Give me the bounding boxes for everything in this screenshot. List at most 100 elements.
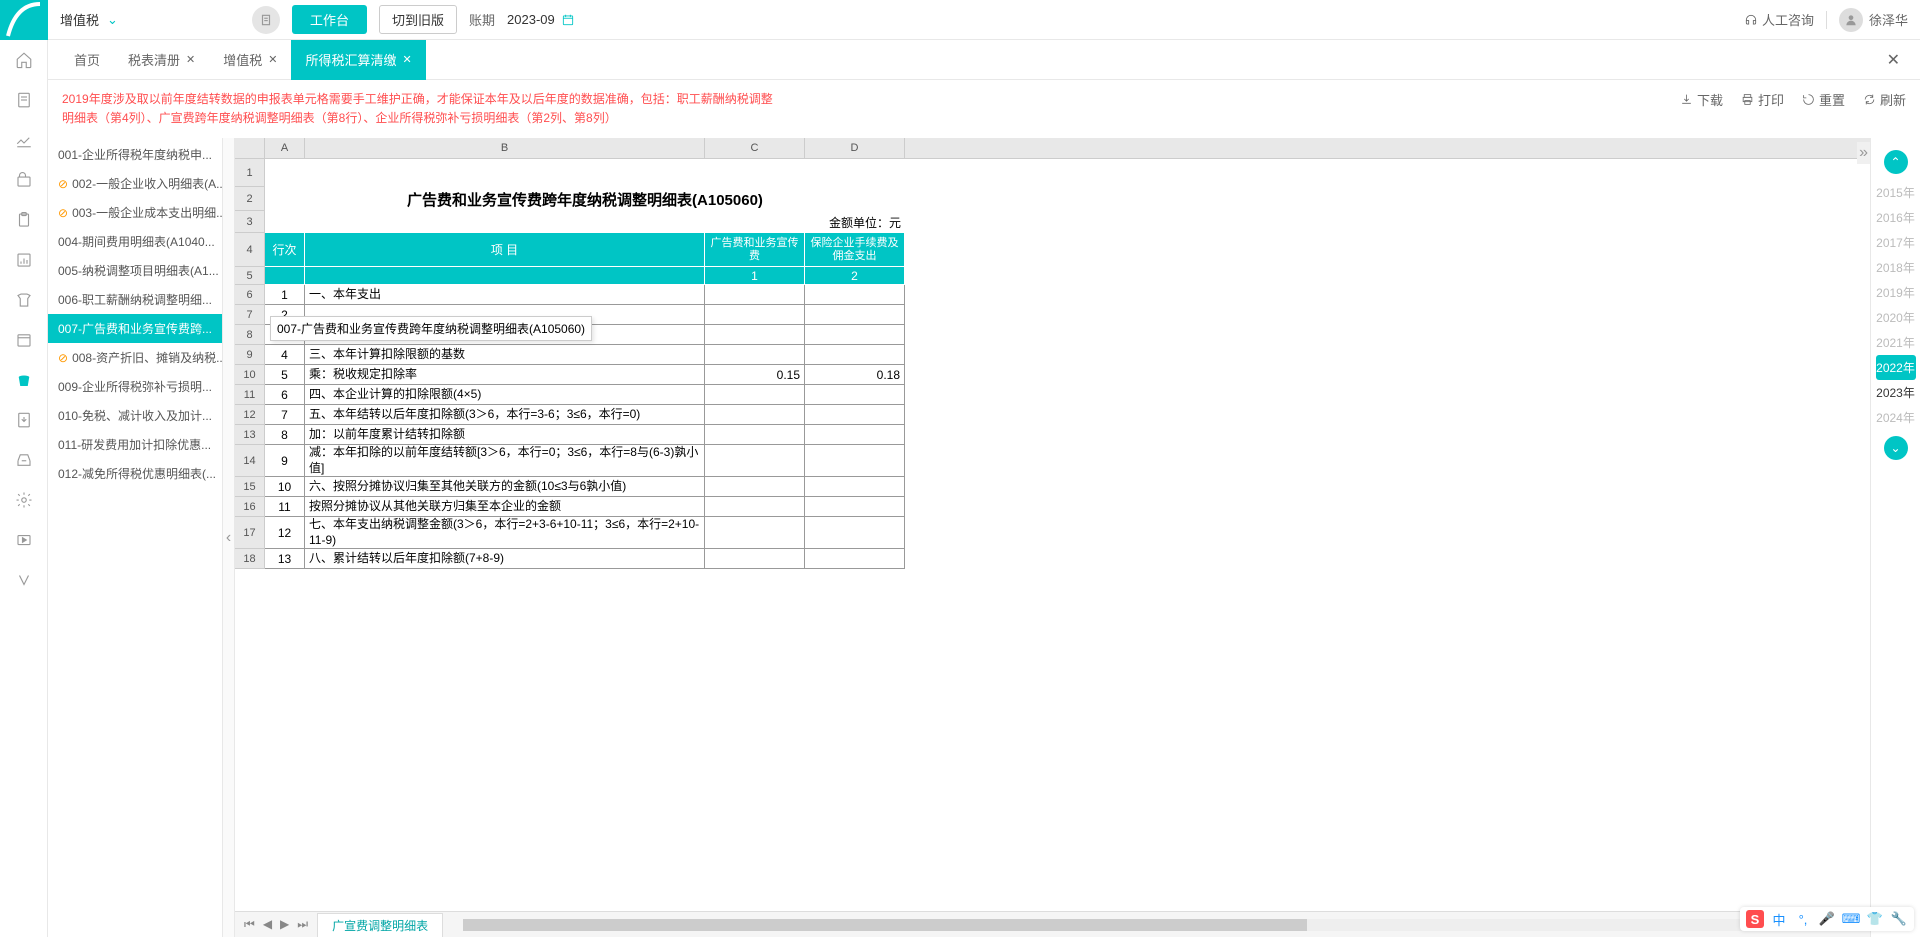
cell[interactable] [805, 497, 905, 517]
row-header[interactable]: 1 [235, 159, 265, 187]
form-list-item[interactable]: ⊘003-一般企业成本支出明细... [48, 198, 222, 227]
row-header[interactable]: 11 [235, 385, 265, 405]
cell[interactable]: 1 [265, 285, 305, 305]
year-button[interactable]: 2015年 [1876, 180, 1916, 205]
sheet-nav-last[interactable]: ⏭ [294, 917, 311, 932]
year-button[interactable]: 2024年 [1876, 405, 1916, 430]
nav-home-icon[interactable] [0, 40, 48, 80]
tab-close-icon[interactable]: ✕ [186, 53, 195, 66]
row-header[interactable]: 3 [235, 211, 265, 233]
period-picker[interactable]: 2023-09 [507, 12, 575, 27]
cell[interactable] [805, 405, 905, 425]
form-list-item[interactable]: 009-企业所得税弥补亏损明... [48, 372, 222, 401]
cell[interactable]: 四、本企业计算的扣除限额(4×5) [305, 385, 705, 405]
cell[interactable]: 项 目 [305, 233, 705, 267]
reset-button[interactable]: 重置 [1802, 90, 1845, 109]
download-button[interactable]: 下载 [1680, 90, 1723, 109]
circle-doc-button[interactable] [252, 6, 280, 34]
ime-skin-icon[interactable]: 👕 [1866, 910, 1884, 928]
nav-v-icon[interactable] [0, 560, 48, 600]
form-list-item[interactable]: ⊘002-一般企业收入明细表(A... [48, 169, 222, 198]
form-list-item[interactable]: 004-期间费用明细表(A1040... [48, 227, 222, 256]
expand-arrow-icon[interactable]: » [1857, 142, 1870, 164]
select-all-corner[interactable] [235, 138, 265, 158]
ime-logo-icon[interactable]: S [1746, 910, 1764, 928]
ime-mode-button[interactable]: 中 [1770, 910, 1788, 928]
form-list-item[interactable]: 001-企业所得税年度纳税申... [48, 140, 222, 169]
nav-bag-icon[interactable] [0, 160, 48, 200]
row-header[interactable]: 17 [235, 517, 265, 549]
spreadsheet[interactable]: A B C D 12广告费和业务宣传费跨年度纳税调整明细表(A105060)3金… [235, 138, 1870, 911]
year-button[interactable]: 2018年 [1876, 255, 1916, 280]
cell[interactable]: 0.18 [805, 365, 905, 385]
nav-report-icon[interactable] [0, 240, 48, 280]
tab[interactable]: 增值税✕ [209, 40, 291, 80]
ime-punct-icon[interactable]: °, [1794, 910, 1812, 928]
cell[interactable] [805, 325, 905, 345]
cell[interactable]: 4 [265, 345, 305, 365]
col-header-a[interactable]: A [265, 138, 305, 158]
switch-old-button[interactable]: 切到旧版 [379, 5, 457, 34]
form-list-item[interactable]: 007-广告费和业务宣传费跨... [48, 314, 222, 343]
col-header-c[interactable]: C [705, 138, 805, 158]
row-header[interactable]: 7 [235, 305, 265, 325]
cell[interactable]: 七、本年支出纳税调整金额(3＞6，本行=2+3-6+10-11；3≤6，本行=2… [305, 517, 705, 549]
ime-mic-icon[interactable]: 🎤 [1818, 910, 1836, 928]
form-list-item[interactable]: 010-免税、减计收入及加计... [48, 401, 222, 430]
cell[interactable]: 8 [265, 425, 305, 445]
cell[interactable] [705, 285, 805, 305]
ime-tool-icon[interactable]: 🔧 [1890, 910, 1908, 928]
year-button[interactable]: 2016年 [1876, 205, 1916, 230]
cell[interactable]: 10 [265, 477, 305, 497]
row-header[interactable]: 14 [235, 445, 265, 477]
row-header[interactable]: 6 [235, 285, 265, 305]
cell[interactable] [705, 405, 805, 425]
cell[interactable]: 减：本年扣除的以前年度结转额[3＞6，本行=0；3≤6，本行=8与(6-3)孰小… [305, 445, 705, 477]
row-header[interactable]: 9 [235, 345, 265, 365]
year-button[interactable]: 2023年 [1876, 380, 1916, 405]
row-header[interactable]: 2 [235, 187, 265, 211]
form-list-item[interactable]: 006-职工薪酬纳税调整明细... [48, 285, 222, 314]
cell[interactable] [705, 445, 805, 477]
cell[interactable] [705, 517, 805, 549]
cell[interactable]: 2 [805, 267, 905, 285]
form-list-item[interactable]: 005-纳税调整项目明细表(A1... [48, 256, 222, 285]
nav-export-icon[interactable] [0, 400, 48, 440]
year-up-button[interactable]: ⌃ [1884, 150, 1908, 174]
cell[interactable] [805, 385, 905, 405]
nav-video-icon[interactable] [0, 520, 48, 560]
year-button[interactable]: 2017年 [1876, 230, 1916, 255]
close-all-tabs-button[interactable]: ✕ [1879, 50, 1908, 70]
sheet-hscroll[interactable] [463, 919, 1870, 931]
form-list-item[interactable]: ⊘008-资产折旧、摊销及纳税... [48, 343, 222, 372]
row-header[interactable]: 18 [235, 549, 265, 569]
cell[interactable]: 7 [265, 405, 305, 425]
cell[interactable] [705, 549, 805, 569]
row-header[interactable]: 12 [235, 405, 265, 425]
row-header[interactable]: 16 [235, 497, 265, 517]
cell[interactable] [705, 325, 805, 345]
cell[interactable] [705, 345, 805, 365]
cell[interactable]: 5 [265, 365, 305, 385]
cell[interactable] [805, 285, 905, 305]
cell[interactable] [265, 267, 305, 285]
consult-link[interactable]: 人工咨询 [1744, 10, 1814, 29]
user-menu[interactable]: 徐泽华 [1839, 8, 1908, 32]
tab-close-icon[interactable]: ✕ [403, 53, 412, 66]
ime-keyboard-icon[interactable]: ⌨ [1842, 910, 1860, 928]
cell[interactable]: 11 [265, 497, 305, 517]
collapse-handle[interactable]: ‹ [223, 138, 235, 937]
form-list-item[interactable]: 012-减免所得税优惠明细表(... [48, 459, 222, 488]
cell[interactable]: 保险企业手续费及佣金支出 [805, 233, 905, 267]
col-header-b[interactable]: B [305, 138, 705, 158]
nav-doc-icon[interactable] [0, 80, 48, 120]
cell[interactable] [805, 345, 905, 365]
cell[interactable]: 加：以前年度累计结转扣除额 [305, 425, 705, 445]
cell[interactable]: 三、本年计算扣除限额的基数 [305, 345, 705, 365]
company-dropdown[interactable]: 增值税 ⌄ [60, 10, 240, 29]
tab[interactable]: 首页 [60, 40, 114, 80]
year-button[interactable]: 2019年 [1876, 280, 1916, 305]
cell[interactable]: 行次 [265, 233, 305, 267]
print-button[interactable]: 打印 [1741, 90, 1784, 109]
workbench-button[interactable]: 工作台 [292, 5, 367, 34]
